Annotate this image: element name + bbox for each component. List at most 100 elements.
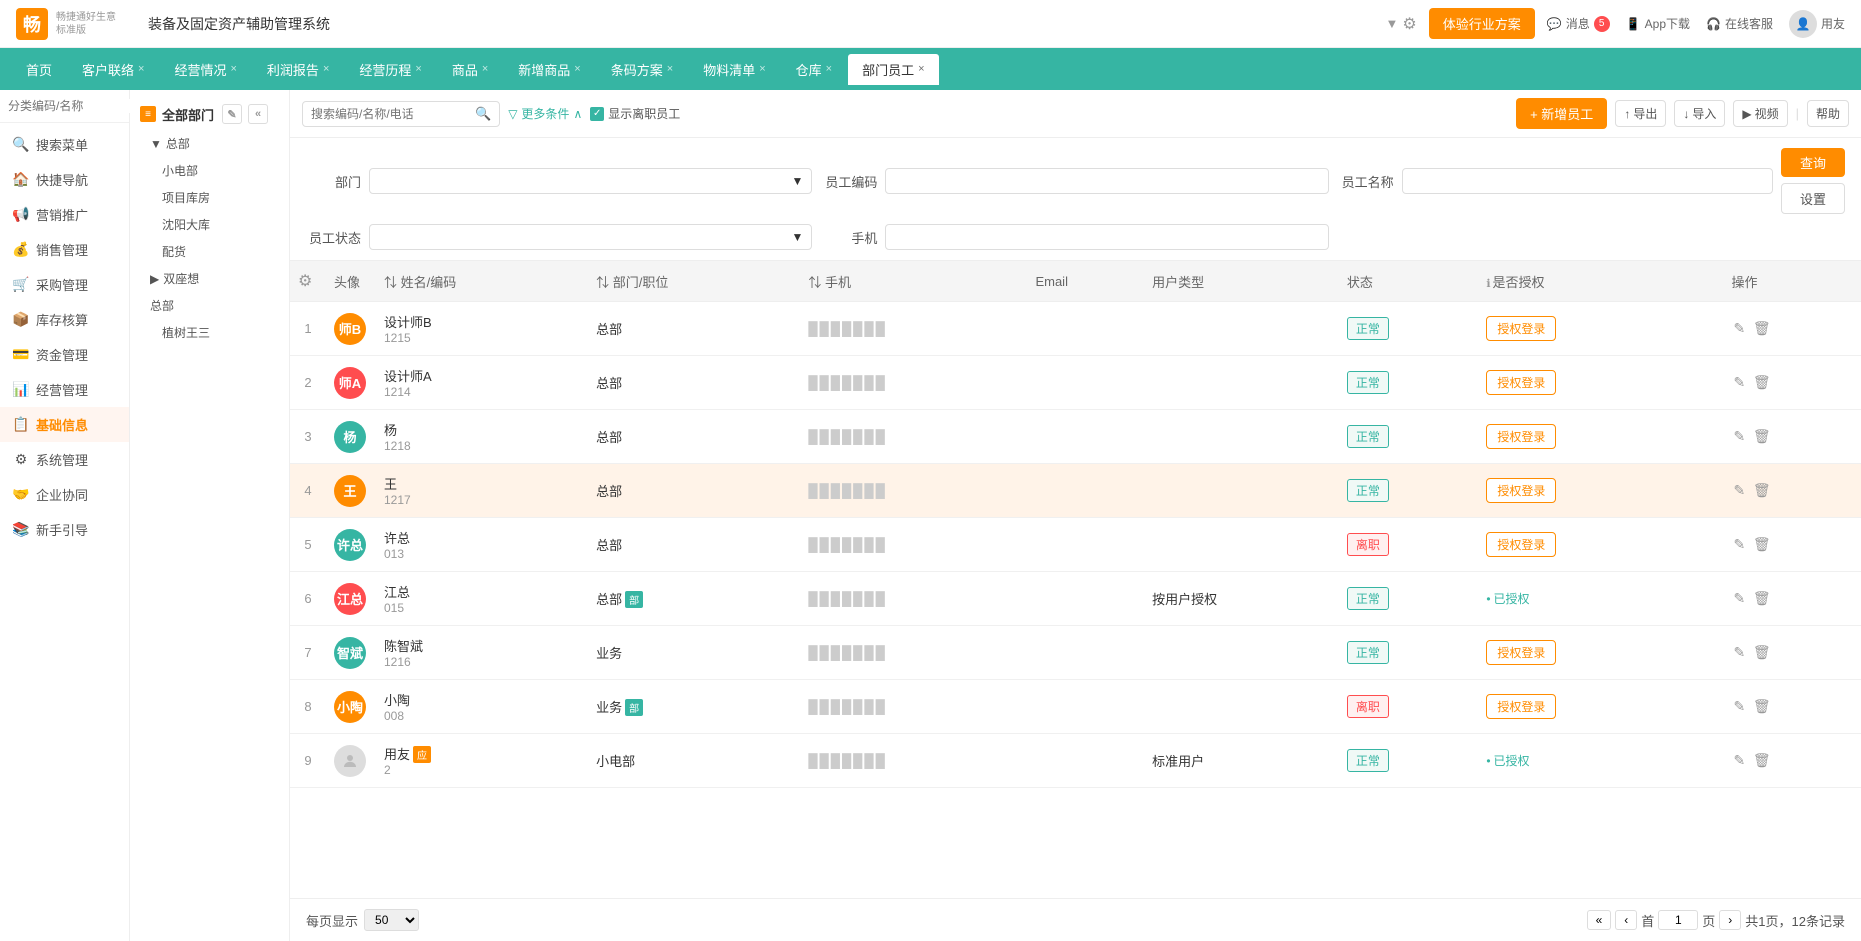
sidebar-item-quicknav[interactable]: 🏠 快捷导航 (0, 162, 129, 197)
prev-page-button[interactable]: ‹ (1615, 910, 1637, 930)
delete-icon[interactable]: 🗑 (1753, 752, 1771, 768)
sidebar-item-system[interactable]: ⚙ 系统管理 (0, 442, 129, 477)
delete-icon[interactable]: 🗑 (1753, 320, 1771, 336)
dept-item-headquarters-root[interactable]: ▼总部 (130, 130, 289, 157)
sidebar-item-guide[interactable]: 📚 新手引导 (0, 512, 129, 547)
sidebar-item-operation[interactable]: 📊 经营管理 (0, 372, 129, 407)
dept-collapse-button[interactable]: « (248, 104, 268, 124)
th-name-code[interactable]: ⇅ 姓名/编码 (376, 261, 588, 302)
tab-history[interactable]: 经营历程 × (345, 54, 435, 85)
auth-login-button[interactable]: 授权登录 (1486, 478, 1556, 503)
reset-button[interactable]: 设置 (1781, 183, 1845, 214)
sidebar-item-sales[interactable]: 💰 销售管理 (0, 232, 129, 267)
sidebar-item-inventory[interactable]: 📦 库存核算 (0, 302, 129, 337)
close-icon[interactable]: × (415, 63, 421, 75)
sidebar-item-collab[interactable]: 🤝 企业协同 (0, 477, 129, 512)
delete-icon[interactable]: 🗑 (1753, 374, 1771, 390)
delete-icon[interactable]: 🗑 (1753, 482, 1771, 498)
tab-department-staff[interactable]: 部门员工 × (848, 54, 938, 85)
edit-icon[interactable]: ✎ (1734, 482, 1746, 498)
sidebar-item-basic-info[interactable]: 📋 基础信息 (0, 407, 129, 442)
more-filter-button[interactable]: ▽ 更多条件 ∧ (508, 105, 582, 122)
view-button[interactable]: ▶ 视频 (1733, 100, 1787, 127)
dept-subitem-shenyang[interactable]: 沈阳大库 (130, 211, 289, 238)
gear-icon[interactable]: ⚙ (1402, 14, 1416, 34)
tab-home[interactable]: 首页 (12, 54, 66, 85)
dept-item-shuangzuo[interactable]: ▶双座想 (130, 265, 289, 292)
dept-filter-select[interactable]: ▼ (369, 168, 812, 194)
delete-icon[interactable]: 🗑 (1753, 644, 1771, 660)
emp-code-input[interactable] (885, 168, 1328, 194)
tab-goods[interactable]: 商品 × (438, 54, 502, 85)
message-button[interactable]: 💬 消息 5 (1547, 15, 1610, 32)
close-icon[interactable]: × (230, 63, 236, 75)
page-number-input[interactable] (1658, 910, 1698, 930)
edit-icon[interactable]: ✎ (1734, 536, 1746, 552)
phone-input[interactable] (885, 224, 1328, 250)
auth-login-button[interactable]: 授权登录 (1486, 694, 1556, 719)
close-icon[interactable]: × (138, 63, 144, 75)
close-icon[interactable]: × (574, 63, 580, 75)
add-employee-button[interactable]: + 新增员工 (1516, 98, 1607, 129)
delete-icon[interactable]: 🗑 (1753, 590, 1771, 606)
tab-bom[interactable]: 物料清单 × (689, 54, 779, 85)
dept-subitem-xiaodian[interactable]: 小电部 (130, 157, 289, 184)
dept-subitem-delivery[interactable]: 配货 (130, 238, 289, 265)
emp-status-select[interactable]: ▼ (369, 224, 812, 250)
edit-icon[interactable]: ✎ (1734, 428, 1746, 444)
close-icon[interactable]: × (323, 63, 329, 75)
sidebar-item-purchase[interactable]: 🛒 采购管理 (0, 267, 129, 302)
next-page-button[interactable]: › (1719, 910, 1741, 930)
app-download-button[interactable]: 📱 App下载 (1626, 15, 1690, 32)
delete-icon[interactable]: 🗑 (1753, 428, 1771, 444)
sidebar-item-search[interactable]: 🔍 搜索菜单 (0, 127, 129, 162)
per-page-select[interactable]: 50 20 100 (364, 909, 419, 931)
first-page-button[interactable]: « (1587, 910, 1612, 930)
edit-icon[interactable]: ✎ (1734, 644, 1746, 660)
edit-icon[interactable]: ✎ (1734, 752, 1746, 768)
close-icon[interactable]: × (482, 63, 488, 75)
settings-gear-icon[interactable]: ⚙ (298, 273, 312, 290)
emp-name-input[interactable] (1402, 168, 1773, 194)
experience-button[interactable]: 体验行业方案 (1429, 8, 1535, 39)
close-icon[interactable]: × (759, 63, 765, 75)
query-button[interactable]: 查询 (1781, 148, 1845, 177)
tab-add-goods[interactable]: 新增商品 × (504, 54, 594, 85)
delete-icon[interactable]: 🗑 (1753, 698, 1771, 714)
online-service-button[interactable]: 🎧 在线客服 (1706, 15, 1773, 32)
dept-subitem-zhishu[interactable]: 植树王三 (130, 319, 289, 346)
auth-login-button[interactable]: 授权登录 (1486, 640, 1556, 665)
sidebar-item-finance[interactable]: 💳 资金管理 (0, 337, 129, 372)
auth-login-button[interactable]: 授权登录 (1486, 532, 1556, 557)
export-button[interactable]: ↑ 导出 (1615, 100, 1666, 127)
close-icon[interactable]: × (667, 63, 673, 75)
sidebar-item-marketing[interactable]: 📢 营销推广 (0, 197, 129, 232)
auth-login-button[interactable]: 授权登录 (1486, 370, 1556, 395)
dept-item-zongbu[interactable]: 总部 (130, 292, 289, 319)
tab-warehouse[interactable]: 仓库 × (782, 54, 846, 85)
tab-customer[interactable]: 客户联络 × (68, 54, 158, 85)
dropdown-arrow-system[interactable]: ▼ (1386, 16, 1399, 31)
auth-login-button[interactable]: 授权登录 (1486, 424, 1556, 449)
tab-operation[interactable]: 经营情况 × (160, 54, 250, 85)
th-dept-position[interactable]: ⇅ 部门/职位 (588, 261, 800, 302)
th-phone[interactable]: ⇅ 手机 (800, 261, 1027, 302)
show-resigned-toggle[interactable]: ✓ 显示离职员工 (590, 105, 680, 122)
dept-edit-button[interactable]: ✎ (222, 104, 242, 124)
help-button[interactable]: 帮助 (1807, 100, 1849, 127)
search-input[interactable] (311, 107, 471, 121)
tab-profit[interactable]: 利润报告 × (253, 54, 343, 85)
import-button[interactable]: ↓ 导入 (1674, 100, 1725, 127)
cell-auth: 授权登录 (1478, 302, 1685, 356)
user-area[interactable]: 👤 用友 (1789, 10, 1845, 38)
tab-barcode[interactable]: 条码方案 × (597, 54, 687, 85)
close-icon-active[interactable]: × (918, 63, 924, 75)
auth-login-button[interactable]: 授权登录 (1486, 316, 1556, 341)
close-icon[interactable]: × (826, 63, 832, 75)
edit-icon[interactable]: ✎ (1734, 374, 1746, 390)
edit-icon[interactable]: ✎ (1734, 320, 1746, 336)
edit-icon[interactable]: ✎ (1734, 698, 1746, 714)
dept-subitem-project[interactable]: 项目库房 (130, 184, 289, 211)
delete-icon[interactable]: 🗑 (1753, 536, 1771, 552)
edit-icon[interactable]: ✎ (1734, 590, 1746, 606)
